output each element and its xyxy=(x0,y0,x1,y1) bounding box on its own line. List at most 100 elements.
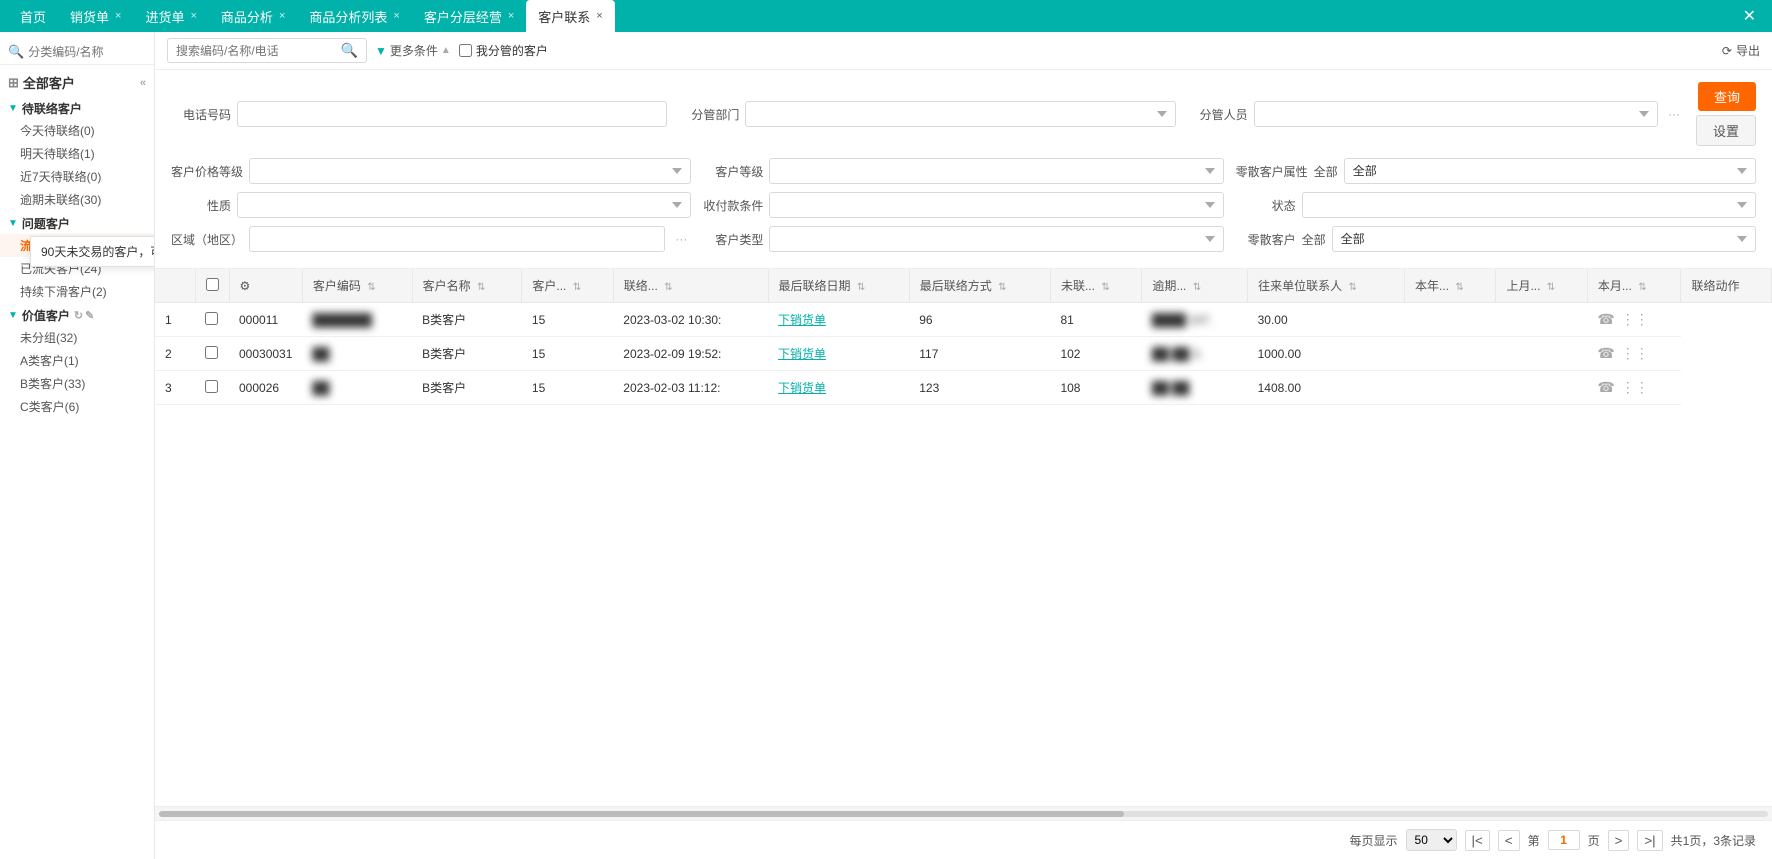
action-icon-phone-2[interactable]: ☎ xyxy=(1597,345,1614,362)
filter-select-retail-attr[interactable]: 全部 xyxy=(1344,158,1756,184)
page-label-2: 页 xyxy=(1588,832,1600,849)
page-input[interactable] xyxy=(1548,830,1580,850)
tab-purchase[interactable]: 进货单 × xyxy=(133,0,208,32)
th-code: 客户编码 ⇅ xyxy=(302,269,412,303)
last-page-btn[interactable]: >| xyxy=(1637,830,1662,851)
tab-customer-tier-close[interactable]: × xyxy=(508,10,514,22)
sort-unit-contact-icon[interactable]: ⇅ xyxy=(1348,282,1356,293)
query-button[interactable]: 查询 xyxy=(1698,82,1756,111)
first-page-btn[interactable]: |< xyxy=(1465,830,1490,851)
row-checkbox-1[interactable] xyxy=(205,312,218,325)
filter-select-manager[interactable] xyxy=(1254,101,1658,127)
settings-button[interactable]: 设置 xyxy=(1696,115,1756,146)
td-index-1: 1 xyxy=(155,303,195,337)
td-last-method-1: 下销货单 xyxy=(768,303,909,337)
th-contact: 联络... ⇅ xyxy=(613,269,768,303)
last-method-link-1[interactable]: 下销货单 xyxy=(778,313,826,327)
sort-type-icon[interactable]: ⇅ xyxy=(573,282,581,293)
per-page-select[interactable]: 50 100 200 xyxy=(1406,829,1457,851)
row-checkbox-3[interactable] xyxy=(205,380,218,393)
filter-select-price-level[interactable] xyxy=(249,158,691,184)
sidebar-root[interactable]: ⊞ 全部客户 « xyxy=(0,69,154,96)
sort-overdue-icon[interactable]: ⇅ xyxy=(1193,282,1201,293)
td-this-year-1: 30.00 xyxy=(1248,303,1405,337)
sort-uncontacted-icon[interactable]: ⇅ xyxy=(1101,282,1109,293)
search-input[interactable] xyxy=(176,44,341,58)
select-all-checkbox[interactable] xyxy=(206,278,219,291)
tab-purchase-close[interactable]: × xyxy=(190,10,196,22)
th-this-year: 本年... ⇅ xyxy=(1405,269,1496,303)
tab-sales[interactable]: 销货单 × xyxy=(58,0,133,32)
tab-home[interactable]: 首页 xyxy=(8,0,58,32)
th-settings[interactable]: ⚙ xyxy=(229,269,302,303)
sidebar-item-class-c[interactable]: C类客户(6) xyxy=(0,395,154,418)
edit-icon[interactable]: ✎ xyxy=(85,309,94,322)
filter-select-payment[interactable] xyxy=(769,192,1223,218)
pagination-bar: 每页显示 50 100 200 |< < 第 页 > >| 共1页，3条记录 xyxy=(155,820,1772,859)
sidebar-item-declining[interactable]: 持续下滑客户(2) xyxy=(0,280,154,303)
sort-last-month-icon[interactable]: ⇅ xyxy=(1547,282,1555,293)
export-button[interactable]: ⟳ 导出 xyxy=(1722,42,1760,59)
my-customers-checkbox[interactable] xyxy=(459,44,472,57)
tab-product-list[interactable]: 商品分析列表 × xyxy=(297,0,411,32)
filter-select-retail[interactable]: 全部 xyxy=(1332,226,1756,252)
tab-customer-contact-close[interactable]: × xyxy=(596,10,602,22)
filter-label-payment: 收付款条件 xyxy=(703,197,763,214)
sort-this-year-icon[interactable]: ⇅ xyxy=(1455,282,1463,293)
sidebar-item-class-b[interactable]: B类客户(33) xyxy=(0,372,154,395)
manager-dots-btn[interactable]: ··· xyxy=(1664,107,1684,121)
window-close-icon[interactable]: ✕ xyxy=(1735,6,1764,26)
tab-sales-close[interactable]: × xyxy=(115,10,121,22)
filter-select-customer-type[interactable] xyxy=(769,226,1223,252)
refresh-icon[interactable]: ↻ xyxy=(74,309,83,322)
action-icon-more-2[interactable]: ⋮⋮ xyxy=(1621,345,1649,362)
sidebar-item-overdue[interactable]: 逾期未联络(30) xyxy=(0,188,154,211)
sidebar-group-problem[interactable]: ▼ 问题客户 xyxy=(0,211,154,234)
search-button[interactable]: 🔍 xyxy=(341,42,358,59)
sort-last-method-icon[interactable]: ⇅ xyxy=(998,282,1006,293)
table-header-row: ⚙ 客户编码 ⇅ 客户名称 ⇅ 客户... ⇅ xyxy=(155,269,1772,303)
action-icon-more-3[interactable]: ⋮⋮ xyxy=(1621,379,1649,396)
sidebar-item-ungrouped[interactable]: 未分组(32) xyxy=(0,326,154,349)
prev-page-btn[interactable]: < xyxy=(1498,830,1520,851)
sort-this-month-icon[interactable]: ⇅ xyxy=(1638,282,1646,293)
my-customers-checkbox-label[interactable]: 我分管的客户 xyxy=(459,42,548,59)
action-icon-phone-1[interactable]: ☎ xyxy=(1597,311,1614,328)
filter-input-region[interactable] xyxy=(249,226,665,252)
sidebar-search-input[interactable] xyxy=(28,45,146,59)
sort-contact-icon[interactable]: ⇅ xyxy=(664,282,672,293)
data-table-container: ⚙ 客户编码 ⇅ 客户名称 ⇅ 客户... ⇅ xyxy=(155,269,1772,806)
last-method-link-3[interactable]: 下销货单 xyxy=(778,381,826,395)
tab-customer-tier[interactable]: 客户分层经营 × xyxy=(412,0,526,32)
sort-code-icon[interactable]: ⇅ xyxy=(367,282,375,293)
filter-select-customer-level[interactable] xyxy=(769,158,1223,184)
collapse-icon[interactable]: « xyxy=(140,77,146,89)
region-dots-btn[interactable]: ··· xyxy=(671,232,691,246)
last-method-link-2[interactable]: 下销货单 xyxy=(778,347,826,361)
tab-product-list-close[interactable]: × xyxy=(393,10,399,22)
filter-field-phone: 电话号码 xyxy=(171,101,667,127)
sidebar-group-pending[interactable]: ▼ 待联络客户 xyxy=(0,96,154,119)
action-icon-more-1[interactable]: ⋮⋮ xyxy=(1621,311,1649,328)
filter-select-status[interactable] xyxy=(1302,192,1756,218)
filter-input-phone[interactable] xyxy=(237,101,667,127)
sidebar-item-class-a[interactable]: A类客户(1) xyxy=(0,349,154,372)
more-conditions-btn[interactable]: ▼ 更多条件 ▲ xyxy=(375,42,451,59)
action-icon-phone-3[interactable]: ☎ xyxy=(1597,379,1614,396)
sidebar-item-tomorrow[interactable]: 明天待联络(1) xyxy=(0,142,154,165)
td-unit-contact-1: ████ 107. xyxy=(1142,303,1248,337)
row-checkbox-2[interactable] xyxy=(205,346,218,359)
sidebar-item-7days[interactable]: 近7天待联络(0) xyxy=(0,165,154,188)
sort-last-date-icon[interactable]: ⇅ xyxy=(857,282,865,293)
filter-select-dept[interactable] xyxy=(745,101,1175,127)
filter-select-nature[interactable] xyxy=(237,192,691,218)
sidebar-group-value[interactable]: ▼ 价值客户 ↻ ✎ xyxy=(0,303,154,326)
unit-contact-3: ██ ██ xyxy=(1152,381,1189,395)
horizontal-scrollbar[interactable] xyxy=(155,806,1772,820)
next-page-btn[interactable]: > xyxy=(1608,830,1630,851)
tab-product-analysis[interactable]: 商品分析 × xyxy=(209,0,297,32)
sidebar-item-today[interactable]: 今天待联络(0) xyxy=(0,119,154,142)
sort-name-icon[interactable]: ⇅ xyxy=(477,282,485,293)
tab-customer-contact[interactable]: 客户联系 × xyxy=(526,0,614,32)
tab-product-analysis-close[interactable]: × xyxy=(279,10,285,22)
